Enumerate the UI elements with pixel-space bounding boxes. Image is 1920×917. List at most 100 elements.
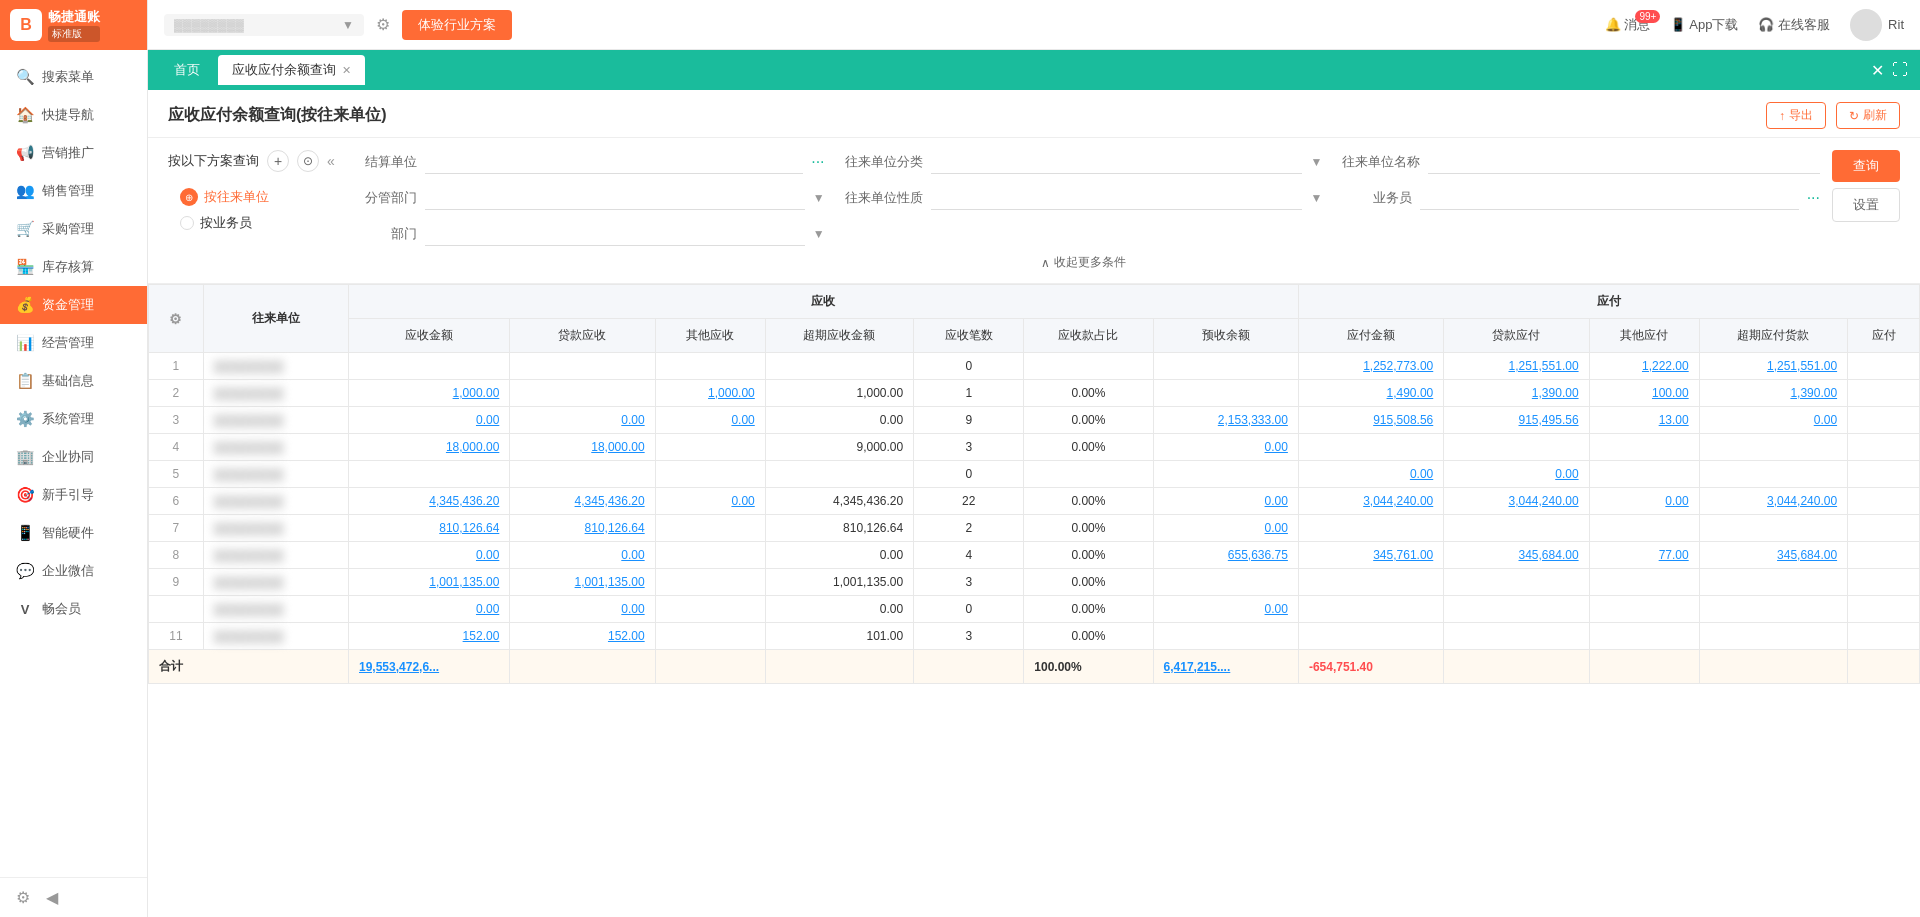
section-dept-input[interactable] [425, 222, 805, 246]
table-row: 2 ▓▓▓▓▓▓▓▓ 1,000.00 1,000.00 1,000.00 1 … [149, 380, 1920, 407]
sidebar-item-search-menu[interactable]: 🔍 搜索菜单 [0, 58, 147, 96]
dept-input[interactable] [425, 186, 805, 210]
laiwan-nature-input[interactable] [931, 186, 1303, 210]
topbar-gear-icon[interactable]: ⚙ [376, 15, 390, 34]
cell-ar-count: 3 [914, 434, 1024, 461]
cell-no: 9 [149, 569, 204, 596]
cell-ap-extra [1848, 515, 1920, 542]
table-row: 11 ▓▓▓▓▓▓▓▓ 152.00 152.00 101.00 3 0.00% [149, 623, 1920, 650]
sidebar-item-base-info[interactable]: 📋 基础信息 [0, 362, 147, 400]
cell-ar-loan: 0.00 [510, 542, 655, 569]
query-button[interactable]: 查询 [1832, 150, 1900, 182]
dept-arrow-icon[interactable]: ▼ [813, 191, 825, 205]
refresh-button[interactable]: ↻ 刷新 [1836, 102, 1900, 129]
app-download[interactable]: 📱 App下载 [1670, 16, 1738, 34]
cell-ap [1298, 623, 1443, 650]
cell-ap-overdue: 0.00 [1699, 407, 1847, 434]
solution-button[interactable]: 体验行业方案 [402, 10, 512, 40]
sidebar-settings-btn[interactable]: ⚙ [16, 888, 30, 907]
cell-ar-other [655, 461, 765, 488]
tab-close-icon[interactable]: ✕ [342, 64, 351, 77]
topbar-address[interactable]: ▓▓▓▓▓▓▓▓ ▼ [164, 14, 364, 36]
cell-ar: 152.00 [349, 623, 510, 650]
cell-ap-other [1589, 569, 1699, 596]
cell-ar [349, 353, 510, 380]
sidebar-collapse-btn[interactable]: ◀ [46, 888, 58, 907]
cell-ap [1298, 569, 1443, 596]
sidebar-item-enterprise[interactable]: 🏢 企业协同 [0, 438, 147, 476]
cell-ap-overdue: 345,684.00 [1699, 542, 1847, 569]
export-icon: ↑ [1779, 109, 1785, 123]
sidebar-item-marketing[interactable]: 📢 营销推广 [0, 134, 147, 172]
th-ar-count: 应收笔数 [914, 319, 1024, 353]
cell-ap-extra [1848, 542, 1920, 569]
section-dept-arrow-icon[interactable]: ▼ [813, 227, 825, 241]
cell-ap-overdue: 1,251,551.00 [1699, 353, 1847, 380]
salesman-input[interactable] [1420, 186, 1798, 210]
collapse-conditions-btn[interactable]: ∧ 收起更多条件 [347, 254, 1820, 271]
data-table: ⚙ 往来单位 应收 应付 应收金额 贷款应收 其他应收 超期应收金额 应收笔数 … [148, 284, 1920, 684]
jiesuan-dots-icon[interactable]: ··· [811, 153, 824, 171]
scheme-option-salesman[interactable]: 按业务员 [168, 210, 335, 236]
service-icon: 🎧 [1758, 17, 1774, 32]
sidebar-item-sales[interactable]: 👥 销售管理 [0, 172, 147, 210]
sidebar-item-capital[interactable]: 💰 资金管理 [0, 286, 147, 324]
footer-ar-loan [510, 650, 655, 684]
jiesuan-input[interactable] [425, 150, 803, 174]
export-button[interactable]: ↑ 导出 [1766, 102, 1826, 129]
add-scheme-btn[interactable]: + [267, 150, 289, 172]
expand-scheme-btn[interactable]: « [327, 153, 335, 169]
tab-arbalance[interactable]: 应收应付余额查询 ✕ [218, 55, 365, 85]
cell-unit: ▓▓▓▓▓▓▓▓ [203, 569, 348, 596]
online-service[interactable]: 🎧 在线客服 [1758, 16, 1830, 34]
cell-ap-overdue [1699, 623, 1847, 650]
footer-ar: 19,553,472,6... [349, 650, 510, 684]
cell-ar-prepay: 655,636.75 [1153, 542, 1298, 569]
cell-ar-ratio: 0.00% [1024, 596, 1153, 623]
cell-no: 11 [149, 623, 204, 650]
cell-ar-ratio: 0.00% [1024, 542, 1153, 569]
sidebar-item-sys-admin[interactable]: ⚙️ 系统管理 [0, 400, 147, 438]
scheme-option-unit[interactable]: ⊕ 按往来单位 [168, 184, 335, 210]
cell-ap-loan: 345,684.00 [1444, 542, 1589, 569]
cell-unit: ▓▓▓▓▓▓▓▓ [203, 596, 348, 623]
sidebar-item-operations[interactable]: 📊 经营管理 [0, 324, 147, 362]
guide-icon: 🎯 [16, 486, 34, 504]
cell-unit: ▓▓▓▓▓▓▓▓ [203, 353, 348, 380]
sidebar-item-smart-hw[interactable]: 📱 智能硬件 [0, 514, 147, 552]
th-settings[interactable]: ⚙ [149, 285, 204, 353]
footer-ar-other [655, 650, 765, 684]
scheme-selector: 按以下方案查询 + ⊙ « ⊕ 按往来单位 按业务员 [168, 150, 335, 271]
notifications-area[interactable]: 🔔 消息 99+ [1605, 16, 1651, 34]
cell-ar-prepay: 0.00 [1153, 515, 1298, 542]
laiwan-name-input[interactable] [1428, 150, 1820, 174]
cell-ap [1298, 515, 1443, 542]
cell-ap-other [1589, 515, 1699, 542]
cell-ar-count: 0 [914, 596, 1024, 623]
cell-ar-overdue [765, 461, 913, 488]
sidebar-item-guide[interactable]: 🎯 新手引导 [0, 476, 147, 514]
laiwan-category-input[interactable] [931, 150, 1303, 174]
user-avatar-area[interactable]: Rit [1850, 9, 1904, 41]
tab-home[interactable]: 首页 [160, 55, 214, 85]
sidebar-item-member[interactable]: V 畅会员 [0, 590, 147, 628]
cell-ap-other: 1,222.00 [1589, 353, 1699, 380]
cell-ap: 3,044,240.00 [1298, 488, 1443, 515]
sidebar-item-purchase[interactable]: 🛒 采购管理 [0, 210, 147, 248]
laiwan-nature-arrow-icon[interactable]: ▼ [1310, 191, 1322, 205]
th-ap-extra: 应付 [1848, 319, 1920, 353]
cell-ar-other [655, 353, 765, 380]
cell-ar-ratio: 0.00% [1024, 434, 1153, 461]
cell-ar-ratio: 0.00% [1024, 623, 1153, 650]
salesman-dots-icon[interactable]: ··· [1807, 189, 1820, 207]
sidebar-item-inventory[interactable]: 🏪 库存核算 [0, 248, 147, 286]
tab-close-window-btn[interactable]: ✕ [1871, 61, 1884, 80]
settings-button[interactable]: 设置 [1832, 188, 1900, 222]
tab-maximize-btn[interactable]: ⛶ [1892, 61, 1908, 80]
laiwan-category-arrow-icon[interactable]: ▼ [1310, 155, 1322, 169]
sidebar-item-quick-nav[interactable]: 🏠 快捷导航 [0, 96, 147, 134]
search-area: 按以下方案查询 + ⊙ « ⊕ 按往来单位 按业务员 [148, 138, 1920, 284]
sidebar-item-enterprise-wx[interactable]: 💬 企业微信 [0, 552, 147, 590]
scheme-settings-btn[interactable]: ⊙ [297, 150, 319, 172]
cell-ap-extra [1848, 623, 1920, 650]
